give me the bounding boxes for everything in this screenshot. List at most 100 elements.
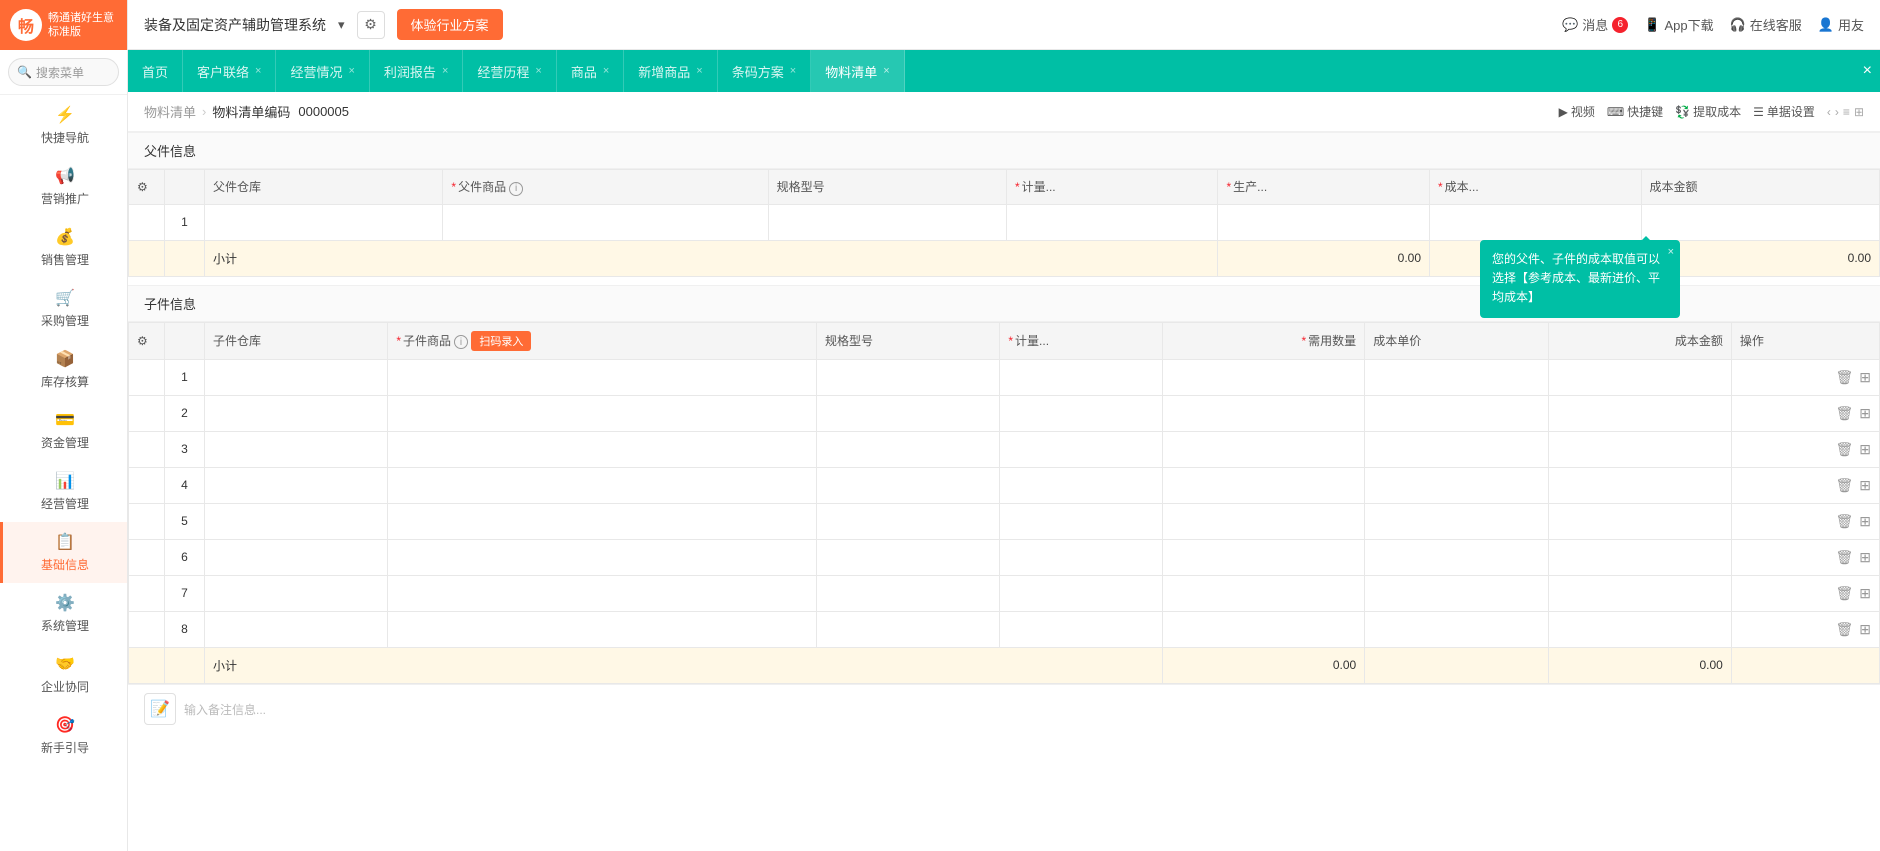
child-row-unit-2[interactable]	[1000, 395, 1163, 431]
child-row-unit-6[interactable]	[1000, 539, 1163, 575]
child-row-cost-unit-3[interactable]	[1365, 431, 1548, 467]
nav-prev[interactable]: ‹	[1827, 105, 1831, 119]
tab-profit-close[interactable]: ×	[442, 65, 448, 77]
sidebar-item-system[interactable]: ⚙️ 系统管理	[0, 583, 127, 644]
child-row-cost-unit-7[interactable]	[1365, 575, 1548, 611]
child-row-spec-1[interactable]	[817, 359, 1000, 395]
tab-product[interactable]: 商品 ×	[557, 50, 624, 92]
search-menu-button[interactable]: 🔍 搜索菜单	[8, 58, 119, 86]
delete-row-2-button[interactable]: 🗑	[1835, 405, 1853, 422]
child-row-qty-4[interactable]	[1163, 467, 1365, 503]
doc-settings-action[interactable]: ☰ 单据设置	[1753, 103, 1815, 120]
child-row-cost-unit-4[interactable]	[1365, 467, 1548, 503]
delete-row-1-button[interactable]: 🗑	[1835, 369, 1853, 386]
child-row-amount-3[interactable]	[1548, 431, 1731, 467]
child-row-spec-2[interactable]	[817, 395, 1000, 431]
child-product-info-icon[interactable]: i	[454, 335, 468, 349]
trial-button[interactable]: 体验行业方案	[397, 9, 503, 40]
user-button[interactable]: 👤 用友	[1818, 15, 1864, 34]
nav-next[interactable]: ›	[1835, 105, 1839, 119]
tab-profit[interactable]: 利润报告 ×	[370, 50, 463, 92]
child-row-spec-7[interactable]	[817, 575, 1000, 611]
child-row-product-5[interactable]	[388, 503, 817, 539]
cost-action[interactable]: 💱 提取成本	[1675, 103, 1741, 120]
child-row-amount-7[interactable]	[1548, 575, 1731, 611]
app-download-button[interactable]: 📱 App下载	[1644, 15, 1713, 34]
child-row-amount-4[interactable]	[1548, 467, 1731, 503]
delete-row-4-button[interactable]: 🗑	[1835, 477, 1853, 494]
child-row-unit-5[interactable]	[1000, 503, 1163, 539]
child-row-spec-4[interactable]	[817, 467, 1000, 503]
tab-barcode[interactable]: 条码方案 ×	[718, 50, 811, 92]
child-row-warehouse-6[interactable]	[205, 539, 388, 575]
sidebar-item-purchase[interactable]: 🛒 采购管理	[0, 278, 127, 339]
delete-row-6-button[interactable]: 🗑	[1835, 549, 1853, 566]
sidebar-item-basic[interactable]: 📋 基础信息	[0, 522, 127, 583]
sidebar-item-marketing[interactable]: 📢 营销推广	[0, 156, 127, 217]
tab-customer[interactable]: 客户联络 ×	[183, 50, 276, 92]
child-col-settings[interactable]: ⚙	[129, 322, 165, 359]
tab-newproduct-close[interactable]: ×	[696, 65, 702, 77]
tab-home[interactable]: 首页	[128, 50, 183, 92]
child-row-warehouse-4[interactable]	[205, 467, 388, 503]
child-row-unit-3[interactable]	[1000, 431, 1163, 467]
child-row-qty-3[interactable]	[1163, 431, 1365, 467]
service-button[interactable]: 🎧 在线客服	[1730, 15, 1802, 34]
delete-row-7-button[interactable]: 🗑	[1835, 585, 1853, 602]
child-row-cost-unit-2[interactable]	[1365, 395, 1548, 431]
breadcrumb-parent[interactable]: 物料清单	[144, 102, 196, 121]
child-row-product-2[interactable]	[388, 395, 817, 431]
tab-barcode-close[interactable]: ×	[790, 65, 796, 77]
copy-row-8-button[interactable]: ⊞	[1859, 621, 1871, 638]
child-row-unit-8[interactable]	[1000, 611, 1163, 647]
child-row-amount-8[interactable]	[1548, 611, 1731, 647]
copy-row-4-button[interactable]: ⊞	[1859, 477, 1871, 494]
child-row-qty-2[interactable]	[1163, 395, 1365, 431]
nav-menu[interactable]: ≡	[1843, 105, 1850, 119]
child-row-amount-5[interactable]	[1548, 503, 1731, 539]
child-row-product-7[interactable]	[388, 575, 817, 611]
child-row-unit-1[interactable]	[1000, 359, 1163, 395]
sidebar-item-collab[interactable]: 🤝 企业协同	[0, 644, 127, 705]
child-row-qty-5[interactable]	[1163, 503, 1365, 539]
sidebar-item-guide[interactable]: 🎯 新手引导	[0, 705, 127, 766]
delete-row-5-button[interactable]: 🗑	[1835, 513, 1853, 530]
child-row-cost-unit-6[interactable]	[1365, 539, 1548, 575]
child-row-amount-2[interactable]	[1548, 395, 1731, 431]
tab-history-close[interactable]: ×	[535, 65, 541, 77]
child-row-product-4[interactable]	[388, 467, 817, 503]
child-row-cost-unit-1[interactable]	[1365, 359, 1548, 395]
copy-row-6-button[interactable]: ⊞	[1859, 549, 1871, 566]
child-row-warehouse-7[interactable]	[205, 575, 388, 611]
child-row-product-3[interactable]	[388, 431, 817, 467]
child-row-spec-3[interactable]	[817, 431, 1000, 467]
delete-row-3-button[interactable]: 🗑	[1835, 441, 1853, 458]
copy-row-2-button[interactable]: ⊞	[1859, 405, 1871, 422]
gear-button[interactable]: ⚙	[357, 11, 385, 39]
parent-row-spec[interactable]	[768, 204, 1006, 240]
child-row-spec-8[interactable]	[817, 611, 1000, 647]
tab-customer-close[interactable]: ×	[255, 65, 261, 77]
tab-business[interactable]: 经营情况 ×	[276, 50, 369, 92]
copy-row-3-button[interactable]: ⊞	[1859, 441, 1871, 458]
view-action[interactable]: ▶ 视频	[1559, 103, 1595, 120]
expand-icon[interactable]: ⊞	[1854, 105, 1864, 119]
parent-row-unit[interactable]	[1006, 204, 1218, 240]
tab-close-all[interactable]: ×	[1863, 62, 1872, 80]
tab-newproduct[interactable]: 新增商品 ×	[624, 50, 717, 92]
sidebar-item-finance[interactable]: 💳 资金管理	[0, 400, 127, 461]
child-row-cost-unit-5[interactable]	[1365, 503, 1548, 539]
tab-bom-close[interactable]: ×	[883, 65, 889, 77]
parent-row-amount[interactable]	[1641, 204, 1879, 240]
parent-col-settings[interactable]: ⚙	[129, 170, 165, 205]
parent-product-info-icon[interactable]: i	[509, 182, 523, 196]
dropdown-arrow[interactable]: ▾	[338, 17, 345, 33]
tooltip-close-button[interactable]: ×	[1668, 244, 1674, 262]
copy-row-1-button[interactable]: ⊞	[1859, 369, 1871, 386]
delete-row-8-button[interactable]: 🗑	[1835, 621, 1853, 638]
sidebar-item-operation[interactable]: 📊 经营管理	[0, 461, 127, 522]
shortcut-action[interactable]: ⌨ 快捷键	[1607, 103, 1663, 120]
message-button[interactable]: 💬 消息 6	[1562, 15, 1628, 34]
child-row-unit-7[interactable]	[1000, 575, 1163, 611]
child-row-warehouse-1[interactable]	[205, 359, 388, 395]
